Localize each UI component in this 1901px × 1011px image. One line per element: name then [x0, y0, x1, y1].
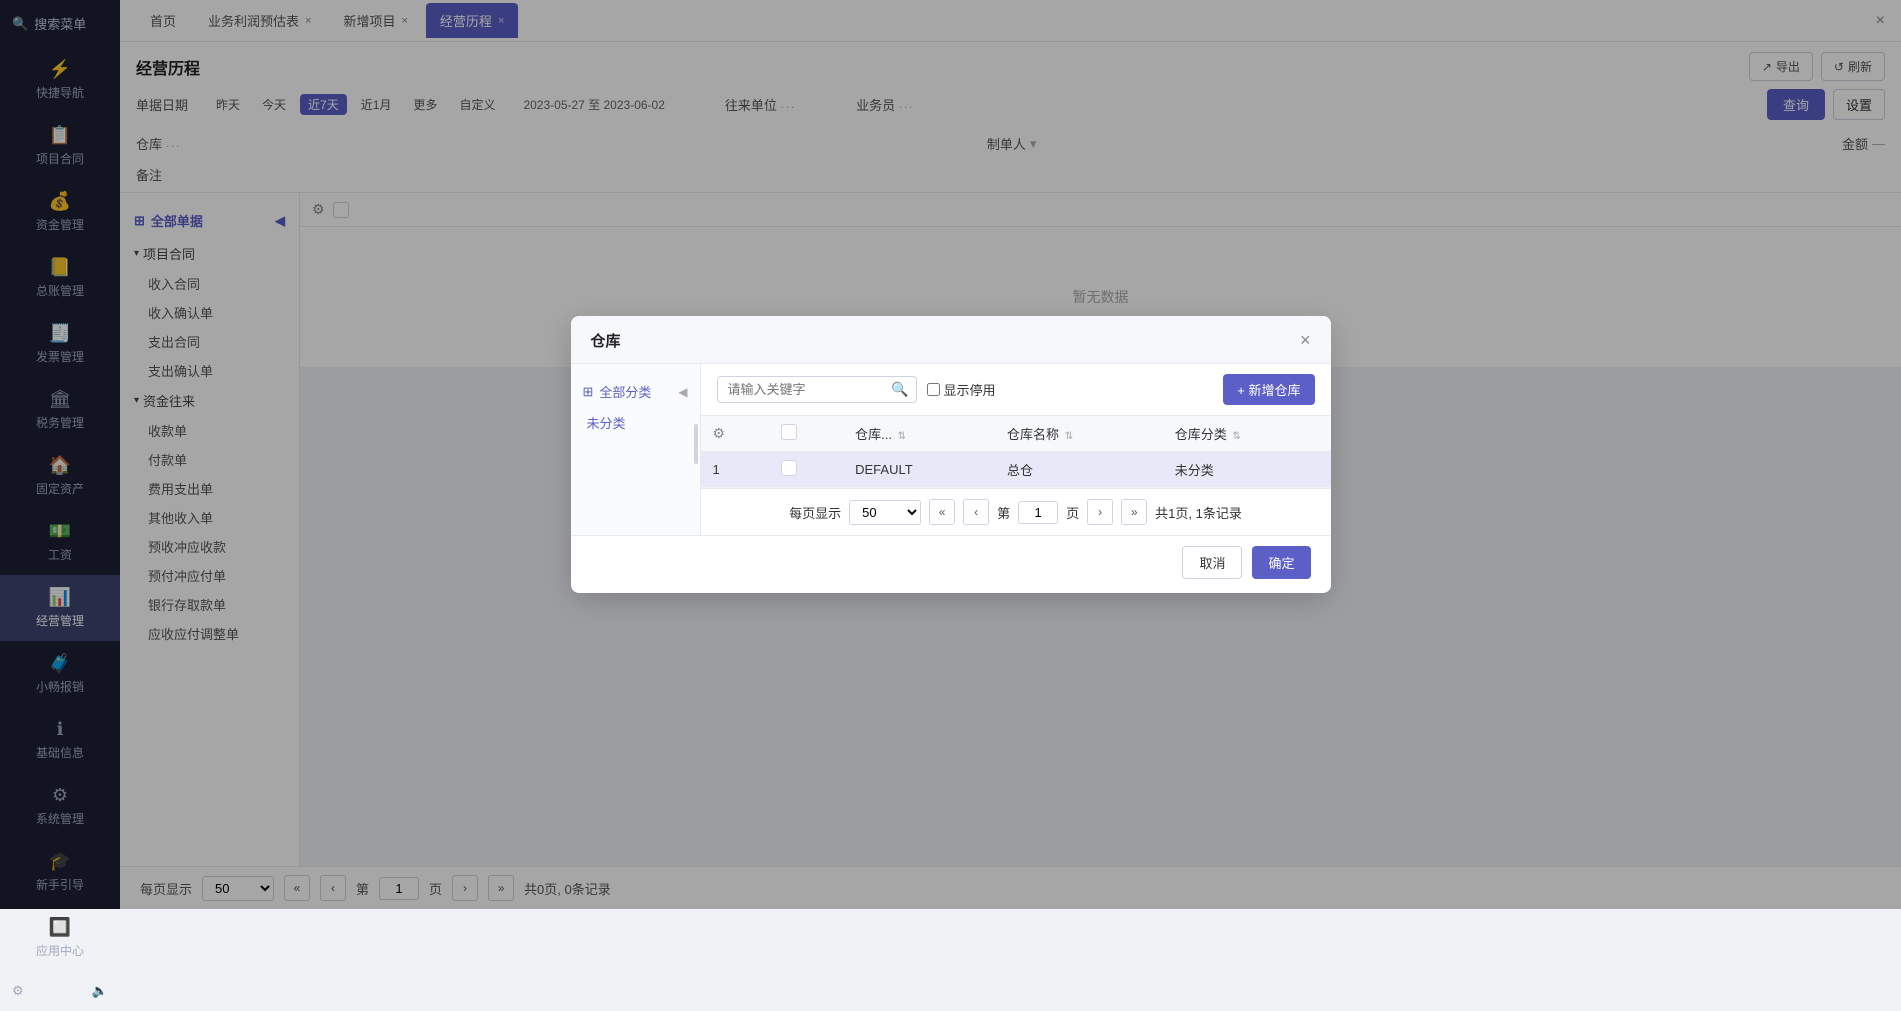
cancel-button[interactable]: 取消 [1182, 546, 1242, 579]
modal-page-size-select[interactable]: 50 100 [849, 500, 921, 525]
modal-next-page[interactable]: › [1087, 499, 1113, 525]
modal-sidebar-collapse[interactable]: ◀ [678, 385, 687, 399]
modal-search-icon[interactable]: 🔍 [891, 381, 908, 398]
col-category[interactable]: 仓库分类 ⇅ [1163, 416, 1331, 452]
modal-sidebar: ⊞ 全部分类 ◀ 未分类 [571, 364, 701, 535]
modal-last-page[interactable]: » [1121, 499, 1147, 525]
confirm-button[interactable]: 确定 [1252, 546, 1310, 579]
sort-code-icon: ⇅ [898, 431, 906, 442]
modal-actions: 取消 确定 [571, 535, 1331, 593]
row-checkbox[interactable] [769, 452, 844, 488]
modal-body: ⊞ 全部分类 ◀ 未分类 🔍 显示停用 [571, 364, 1331, 535]
modal-table: ⚙ 仓库... ⇅ 仓库名称 ⇅ [701, 416, 1331, 488]
scrollbar-thumb [694, 424, 698, 464]
modal-sidebar-all-categories[interactable]: ⊞ 全部分类 ◀ [571, 376, 700, 407]
col-code[interactable]: 仓库... ⇅ [843, 416, 995, 452]
modal-prev-page[interactable]: ‹ [963, 499, 989, 525]
col-settings: ⚙ [701, 416, 769, 452]
row-select-checkbox[interactable] [781, 460, 797, 476]
modal-title: 仓库 [591, 330, 621, 351]
sort-category-icon: ⇅ [1232, 431, 1240, 442]
sort-name-icon: ⇅ [1065, 431, 1073, 442]
sidebar-item-app-center[interactable]: 🔲 应用中心 [0, 905, 120, 971]
settings-icon[interactable]: ⚙ [12, 983, 24, 999]
modal-search-input[interactable] [717, 376, 917, 403]
row-no: 1 [701, 452, 769, 488]
col-checkbox [769, 416, 844, 452]
modal-header: 仓库 × [571, 316, 1331, 364]
row-name: 总仓 [995, 452, 1163, 488]
modal-pagination: 每页显示 50 100 « ‹ 第 页 › » 共1页, 1条记录 [701, 488, 1331, 535]
modal-close-button[interactable]: × [1300, 330, 1311, 351]
warehouse-modal: 仓库 × ⊞ 全部分类 ◀ 未分类 [571, 316, 1331, 593]
row-code: DEFAULT [843, 452, 995, 488]
sidebar-bottom: ⚙ 🔈 [0, 971, 120, 1011]
modal-toolbar: 🔍 显示停用 + 新增仓库 [701, 364, 1331, 416]
modal-overlay: 仓库 × ⊞ 全部分类 ◀ 未分类 [0, 0, 1901, 909]
show-disabled-checkbox[interactable] [927, 383, 940, 396]
table-row[interactable]: 1 DEFAULT 总仓 未分类 [701, 452, 1331, 488]
app-center-icon: 🔲 [49, 917, 71, 938]
col-name[interactable]: 仓库名称 ⇅ [995, 416, 1163, 452]
add-warehouse-button[interactable]: + 新增仓库 [1223, 374, 1314, 405]
grid-icon-modal: ⊞ [583, 384, 594, 400]
modal-table-wrap: ⚙ 仓库... ⇅ 仓库名称 ⇅ [701, 416, 1331, 488]
col-select-all[interactable] [781, 424, 797, 440]
modal-total-records: 共1页, 1条记录 [1155, 503, 1242, 522]
modal-sidebar-uncategorized[interactable]: 未分类 [571, 407, 700, 438]
modal-page-input[interactable] [1018, 501, 1058, 524]
col-settings-icon[interactable]: ⚙ [713, 425, 726, 441]
modal-search-wrap: 🔍 [717, 376, 917, 403]
audio-icon[interactable]: 🔈 [92, 983, 108, 999]
modal-main: 🔍 显示停用 + 新增仓库 ⚙ [701, 364, 1331, 535]
show-disabled-label[interactable]: 显示停用 [927, 380, 996, 399]
modal-first-page[interactable]: « [929, 499, 955, 525]
row-category: 未分类 [1163, 452, 1331, 488]
